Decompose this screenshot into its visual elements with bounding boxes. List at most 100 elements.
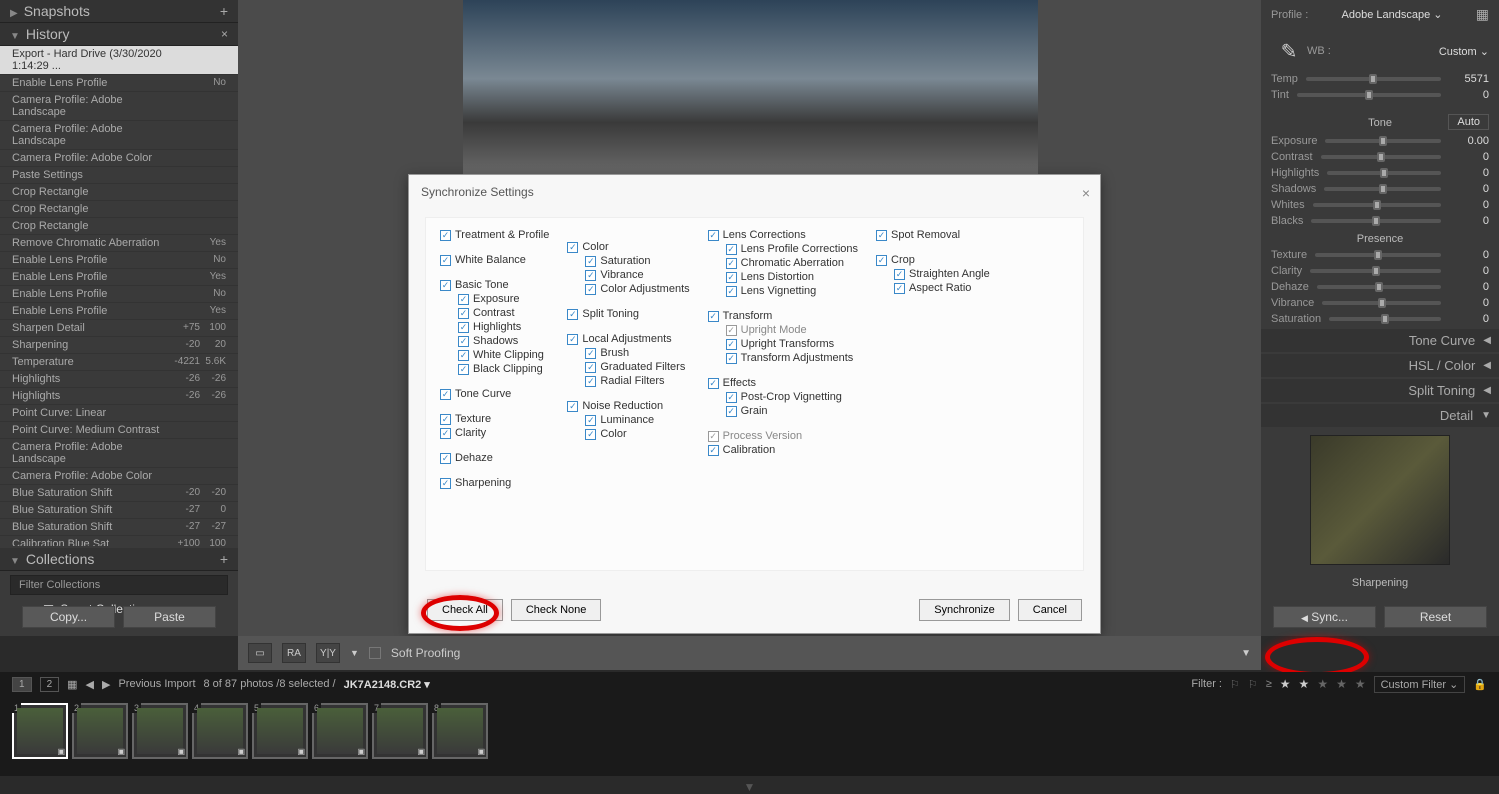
checkbox[interactable]: ✓	[894, 283, 905, 294]
checkbox[interactable]: ✓	[585, 376, 596, 387]
flag-icon[interactable]: ⚐	[1230, 678, 1240, 691]
checkbox-row[interactable]: ✓Transform	[708, 309, 858, 323]
checkbox-row[interactable]: ✓Color Adjustments	[567, 282, 689, 296]
checkbox-row[interactable]: ✓Sharpening	[440, 476, 549, 490]
chevron-down-icon[interactable]: ▼	[1241, 648, 1251, 659]
history-item[interactable]: Blue Saturation Shift-27-27	[0, 519, 238, 536]
checkbox[interactable]: ✓	[567, 309, 578, 320]
history-item[interactable]: Blue Saturation Shift-270	[0, 502, 238, 519]
star-3[interactable]: ★	[1317, 677, 1328, 691]
history-item[interactable]: Enable Lens ProfileYes	[0, 303, 238, 320]
slider-thumb[interactable]	[1380, 168, 1388, 178]
checkbox[interactable]: ✓	[458, 294, 469, 305]
checkbox-row[interactable]: ✓Process Version	[708, 429, 858, 443]
checkbox-row[interactable]: ✓Treatment & Profile	[440, 228, 549, 242]
filter-collections-input[interactable]: Filter Collections	[10, 575, 228, 595]
checkbox-row[interactable]: ✓Effects	[708, 376, 858, 390]
slider-value[interactable]: 0	[1449, 281, 1489, 293]
history-item[interactable]: Camera Profile: Adobe Color	[0, 150, 238, 167]
checkbox-row[interactable]: ✓Upright Transforms	[708, 337, 858, 351]
history-item[interactable]: Crop Rectangle	[0, 201, 238, 218]
auto-button[interactable]: Auto	[1448, 114, 1489, 130]
slider-track[interactable]	[1325, 139, 1441, 143]
checkbox[interactable]: ✓	[440, 280, 451, 291]
checkbox-row[interactable]: ✓Shadows	[440, 334, 549, 348]
checkbox[interactable]: ✓	[585, 256, 596, 267]
checkbox[interactable]: ✓	[458, 336, 469, 347]
checkbox-row[interactable]: ✓Post-Crop Vignetting	[708, 390, 858, 404]
history-item[interactable]: Camera Profile: Adobe Landscape	[0, 121, 238, 150]
checkbox-row[interactable]: ✓Noise Reduction	[567, 399, 689, 413]
dialog-close-button[interactable]: ×	[1082, 185, 1090, 201]
page-2[interactable]: 2	[40, 677, 60, 692]
slider-thumb[interactable]	[1374, 250, 1382, 260]
history-header[interactable]: ▼History ×	[0, 23, 238, 46]
checkbox[interactable]: ✓	[585, 415, 596, 426]
checkbox-row[interactable]: ✓Tone Curve	[440, 387, 549, 401]
checkbox[interactable]: ✓	[726, 286, 737, 297]
checkbox-row[interactable]: ✓Crop	[876, 253, 990, 267]
checkbox-row[interactable]: ✓Saturation	[567, 254, 689, 268]
slider-thumb[interactable]	[1365, 90, 1373, 100]
checkbox-row[interactable]: ✓Grain	[708, 404, 858, 418]
slider-track[interactable]	[1322, 301, 1441, 305]
checkbox[interactable]: ✓	[458, 322, 469, 333]
slider-thumb[interactable]	[1373, 200, 1381, 210]
loupe-view-button[interactable]: ▭	[248, 643, 272, 663]
checkbox[interactable]: ✓	[585, 270, 596, 281]
checkbox[interactable]: ✓	[440, 478, 451, 489]
history-item[interactable]: Sharpening-2020	[0, 337, 238, 354]
previous-import-label[interactable]: Previous Import	[118, 678, 195, 690]
checkbox[interactable]: ✓	[585, 348, 596, 359]
slider-thumb[interactable]	[1372, 216, 1380, 226]
checkbox[interactable]: ✓	[440, 255, 451, 266]
copy-button[interactable]: Copy...	[22, 606, 115, 628]
slider-track[interactable]	[1297, 93, 1441, 97]
grip-handle[interactable]: ▼	[744, 780, 756, 794]
sync-button[interactable]: ◀ Sync...	[1273, 606, 1376, 628]
paste-button[interactable]: Paste	[123, 606, 216, 628]
page-1[interactable]: 1	[12, 677, 32, 692]
history-item[interactable]: Enable Lens ProfileNo	[0, 252, 238, 269]
checkbox-row[interactable]: ✓White Balance	[440, 253, 549, 267]
checkbox[interactable]: ✓	[726, 406, 737, 417]
history-item[interactable]: Paste Settings	[0, 167, 238, 184]
grid-icon[interactable]: ▦	[1476, 6, 1489, 23]
star-1[interactable]: ★	[1280, 677, 1291, 691]
tone-curve-panel[interactable]: Tone Curve◀	[1261, 329, 1499, 352]
history-item[interactable]: Point Curve: Linear	[0, 405, 238, 422]
slider-value[interactable]: 0	[1449, 249, 1489, 261]
slider-thumb[interactable]	[1379, 184, 1387, 194]
check-none-button[interactable]: Check None	[511, 599, 602, 621]
wb-dropdown[interactable]: Custom ⌄	[1439, 45, 1489, 58]
checkbox-row[interactable]: ✓Straighten Angle	[876, 267, 990, 281]
checkbox-row[interactable]: ✓Local Adjustments	[567, 332, 689, 346]
checkbox-row[interactable]: ✓Chromatic Aberration	[708, 256, 858, 270]
checkbox-row[interactable]: ✓Clarity	[440, 426, 549, 440]
hsl-panel[interactable]: HSL / Color◀	[1261, 354, 1499, 377]
history-item[interactable]: Highlights-26-26	[0, 371, 238, 388]
history-item[interactable]: Calibration Blue Sat+100100	[0, 536, 238, 546]
custom-filter-dropdown[interactable]: Custom Filter ⌄	[1374, 676, 1466, 693]
check-all-button[interactable]: Check All	[427, 599, 503, 621]
slider-track[interactable]	[1313, 203, 1441, 207]
slider-track[interactable]	[1329, 317, 1441, 321]
slider-thumb[interactable]	[1372, 266, 1380, 276]
slider-thumb[interactable]	[1369, 74, 1377, 84]
checkbox[interactable]: ✓	[567, 334, 578, 345]
checkbox[interactable]: ✓	[440, 230, 451, 241]
checkbox-row[interactable]: ✓Radial Filters	[567, 374, 689, 388]
slider-value[interactable]: 0	[1449, 265, 1489, 277]
checkbox-row[interactable]: ✓Calibration	[708, 443, 858, 457]
slider-track[interactable]	[1310, 269, 1441, 273]
checkbox-row[interactable]: ✓Basic Tone	[440, 278, 549, 292]
checkbox-row[interactable]: ✓Color	[567, 240, 689, 254]
slider-thumb[interactable]	[1377, 152, 1385, 162]
close-icon[interactable]: ×	[221, 27, 228, 41]
checkbox-row[interactable]: ✓Lens Corrections	[708, 228, 858, 242]
checkbox[interactable]: ✓	[458, 364, 469, 375]
slider-thumb[interactable]	[1378, 298, 1386, 308]
filmstrip-thumb[interactable]: 8▣	[432, 703, 488, 759]
checkbox[interactable]: ✓	[726, 353, 737, 364]
slider-thumb[interactable]	[1375, 282, 1383, 292]
